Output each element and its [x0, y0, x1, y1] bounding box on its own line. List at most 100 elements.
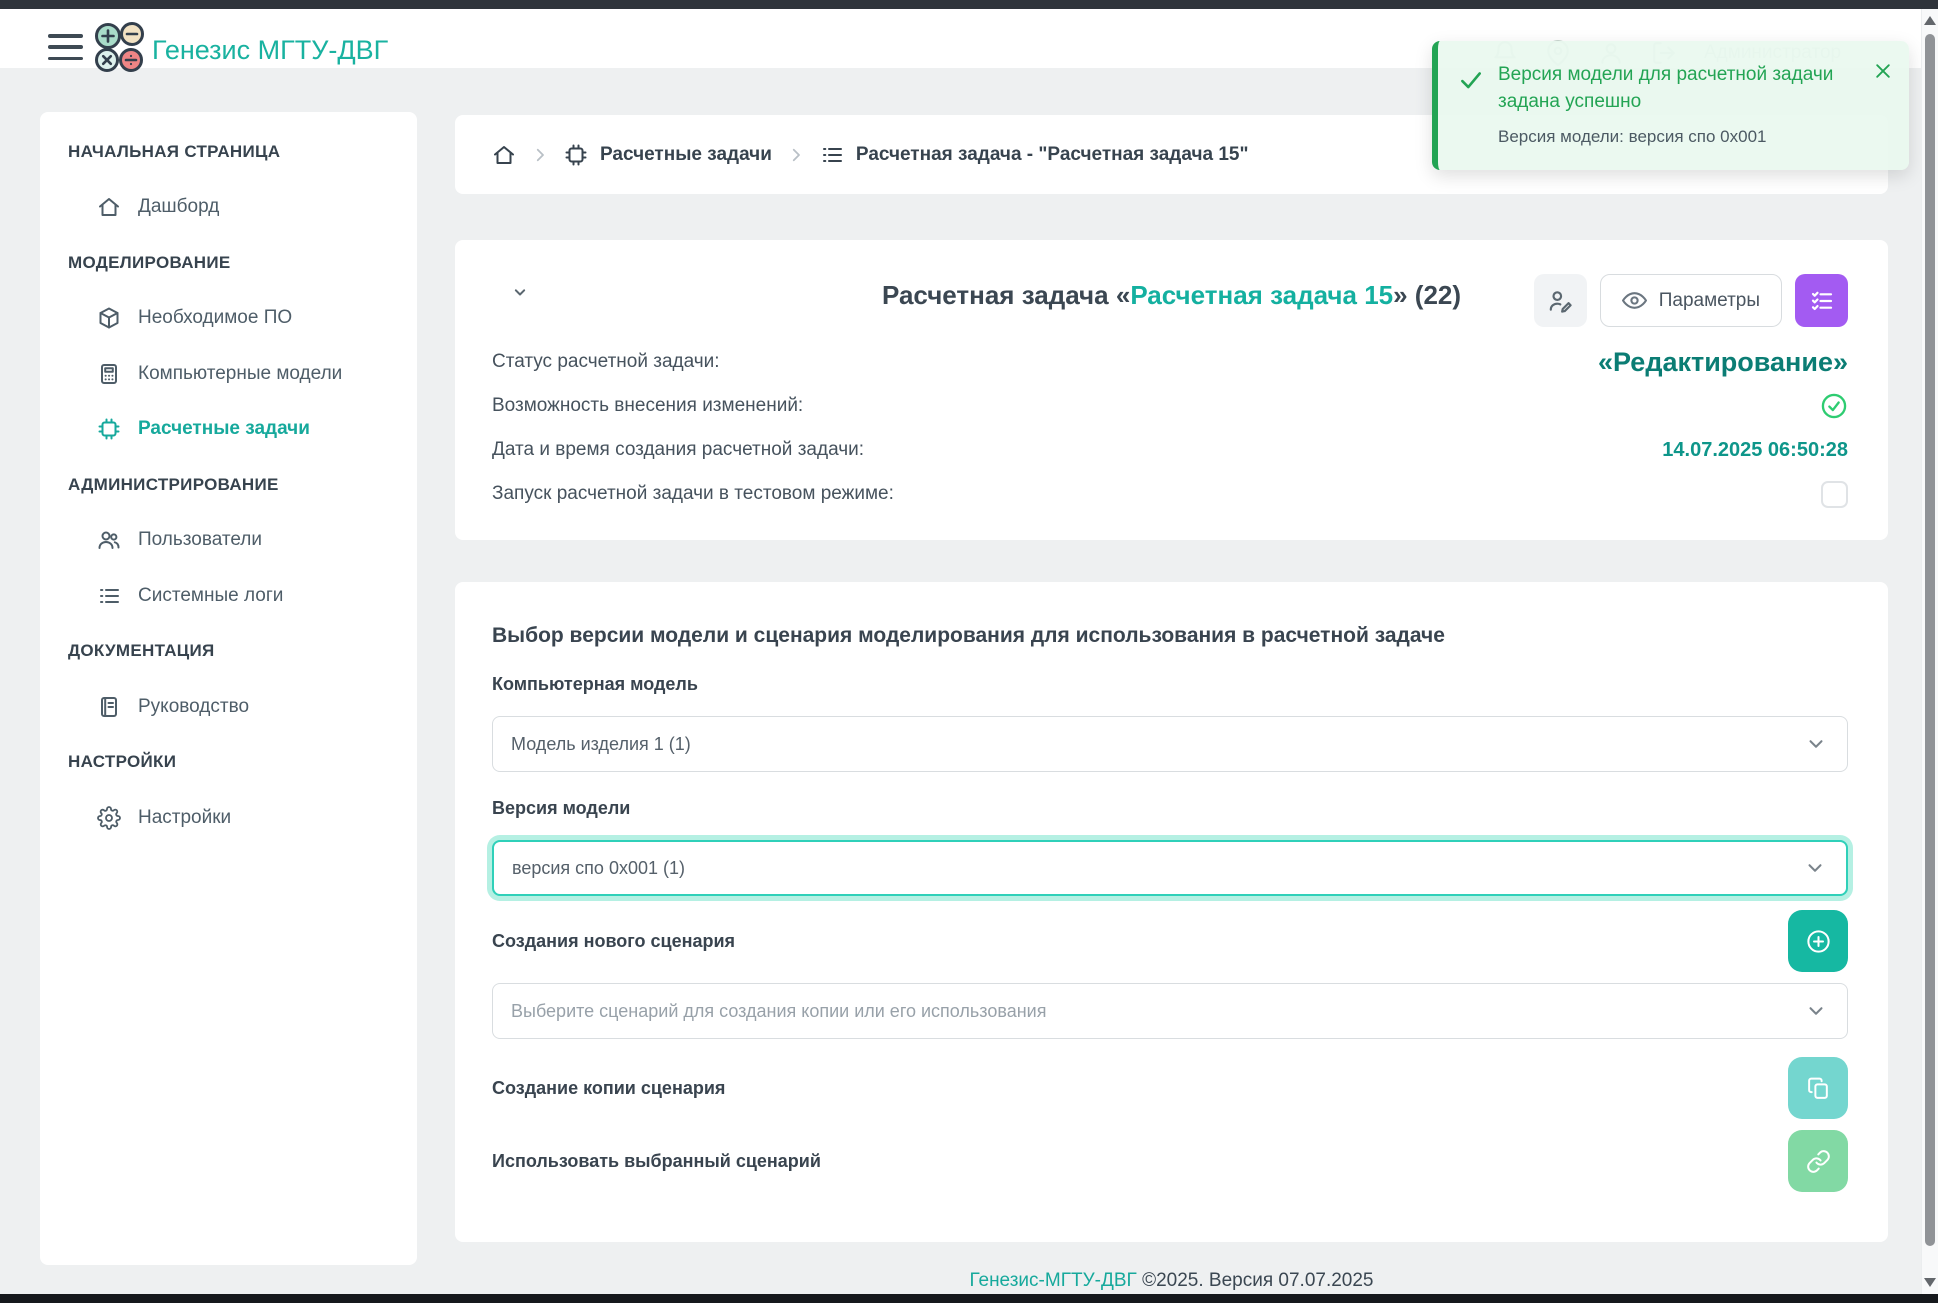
home-icon	[99, 198, 119, 217]
test-mode-label: Запуск расчетной задачи в тестовом режим…	[492, 483, 894, 504]
breadcrumb-current: Расчетная задача - "Расчетная задача 15"	[820, 143, 1249, 167]
breadcrumb-label: Расчетная задача - "Расчетная задача 15"	[855, 143, 1249, 165]
selection-heading: Выбор версии модели и сценария моделиров…	[492, 624, 1445, 647]
sidebar-item-dashboard[interactable]: Дашборд	[40, 180, 417, 236]
home-icon	[494, 145, 514, 164]
package-icon	[99, 307, 119, 329]
toast-detail: Версия модели: версия спо 0x001	[1498, 127, 1767, 146]
sidebar-item-manual[interactable]: Руководство	[40, 679, 417, 735]
scroll-down-arrow-icon[interactable]	[1924, 1278, 1936, 1287]
sidebar-item-label: Расчетные задачи	[138, 418, 310, 440]
version-select-label: Версия модели	[492, 798, 631, 818]
sidebar-item-computer-models[interactable]: Компьютерные модели	[40, 346, 417, 402]
checklist-icon	[1811, 291, 1832, 310]
use-scenario-label: Использовать выбранный сценарий	[492, 1150, 821, 1171]
sidebar-item-label: Дашборд	[138, 196, 220, 218]
cpu-icon	[98, 418, 120, 440]
chevron-down-icon	[1809, 740, 1823, 748]
toast-title: Версия модели для расчетной задачи задан…	[1498, 64, 1834, 112]
plus-circle-icon	[1806, 929, 1830, 953]
new-scenario-row: Создания нового сценария	[492, 910, 1848, 972]
cpu-icon	[565, 144, 587, 165]
parameters-button-label: Параметры	[1658, 289, 1760, 311]
task-title-link[interactable]: Расчетная задача 15	[1130, 280, 1393, 310]
user-edit-icon	[1549, 290, 1572, 313]
page-scrollbar[interactable]	[1921, 9, 1938, 1294]
assign-user-button[interactable]	[1533, 274, 1587, 327]
scroll-up-arrow-icon[interactable]	[1924, 16, 1936, 25]
editable-row: Возможность внесения изменений:	[455, 384, 1888, 428]
test-mode-row: Запуск расчетной задачи в тестовом режим…	[455, 472, 1888, 516]
breadcrumb-label: Расчетные задачи	[600, 143, 772, 165]
footer: Генезис-МГТУ-ДВГ ©2025. Версия 07.07.202…	[455, 1270, 1888, 1292]
editable-label: Возможность внесения изменений:	[492, 395, 804, 416]
circle-check-icon	[1821, 393, 1847, 419]
model-select[interactable]: Модель изделия 1 (1)	[492, 716, 1848, 772]
scenario-select[interactable]: Выберите сценарий для создания копии или…	[492, 983, 1848, 1039]
footer-brand-link[interactable]: Генезис-МГТУ-ДВГ	[969, 1270, 1136, 1291]
sidebar-item-label: Настройки	[138, 806, 232, 828]
status-label: Статус расчетной задачи:	[492, 351, 720, 372]
chevron-right-icon	[531, 146, 549, 164]
task-card-actions: Параметры	[1533, 274, 1848, 327]
copy-scenario-row: Создание копии сценария	[492, 1057, 1848, 1119]
copy-icon	[1807, 1077, 1828, 1099]
test-mode-checkbox[interactable]	[1821, 480, 1848, 508]
copy-scenario-button[interactable]	[1788, 1057, 1848, 1119]
new-scenario-label: Создания нового сценария	[492, 930, 736, 951]
status-badge: «Редактирование»	[1597, 346, 1848, 377]
model-select-label: Компьютерная модель	[492, 674, 698, 694]
sidebar-item-label: Пользователи	[138, 529, 263, 551]
created-value: 14.07.2025 06:50:28	[1662, 438, 1848, 461]
sidebar-item-software[interactable]: Необходимое ПО	[40, 291, 417, 347]
add-scenario-button[interactable]	[1788, 910, 1848, 972]
model-select-value: Модель изделия 1 (1)	[511, 733, 691, 754]
created-label: Дата и время создания расчетной задачи:	[492, 439, 865, 460]
copy-scenario-label: Создание копии сценария	[492, 1077, 726, 1098]
sidebar-item-calc-tasks[interactable]: Расчетные задачи	[40, 402, 417, 458]
list-icon	[100, 588, 119, 603]
sidebar-section-admin: АДМИНИСТРИРОВАНИЕ	[68, 474, 279, 494]
sidebar-section-start: НАЧАЛЬНАЯ СТРАНИЦА	[68, 141, 281, 161]
parameters-button[interactable]: Параметры	[1599, 274, 1782, 327]
checklist-button[interactable]	[1795, 274, 1848, 327]
success-toast: Версия модели для расчетной задачи задан…	[1432, 41, 1909, 170]
footer-version-text: ©2025. Версия 07.07.2025	[1142, 1270, 1374, 1291]
sidebar-section-docs: ДОКУМЕНТАЦИЯ	[68, 641, 215, 661]
window-bottom-edge	[0, 1294, 1938, 1303]
window-top-edge	[0, 0, 1938, 9]
selection-card: Выбор версии модели и сценария моделиров…	[455, 582, 1888, 1242]
menu-toggle-icon[interactable]	[48, 34, 83, 60]
chevron-down-icon	[1808, 864, 1822, 872]
sidebar-item-system-logs[interactable]: Системные логи	[40, 568, 417, 624]
sidebar-item-label: Системные логи	[138, 584, 284, 606]
link-icon	[1806, 1149, 1830, 1173]
eye-icon	[1621, 292, 1647, 309]
version-select-value: версия спо 0x001 (1)	[512, 857, 685, 878]
breadcrumb-home[interactable]	[492, 143, 516, 167]
sidebar-item-users[interactable]: Пользователи	[40, 513, 417, 569]
app-logo	[92, 22, 148, 72]
close-icon[interactable]	[1873, 61, 1893, 81]
calculator-icon	[101, 363, 117, 384]
gear-icon	[97, 805, 121, 830]
chevron-down-icon	[1809, 1007, 1823, 1015]
use-scenario-button[interactable]	[1788, 1130, 1848, 1192]
check-icon	[1458, 67, 1484, 93]
sidebar-item-settings[interactable]: Настройки	[40, 790, 417, 846]
task-card: Расчетная задача «Расчетная задача 15» (…	[455, 240, 1888, 540]
status-row: Статус расчетной задачи: «Редактирование…	[455, 340, 1888, 384]
list-icon	[822, 147, 842, 162]
scenario-select-placeholder: Выберите сценарий для создания копии или…	[511, 1000, 1047, 1021]
sidebar-item-label: Руководство	[138, 695, 250, 717]
users-icon	[98, 531, 120, 550]
sidebar-section-modeling: МОДЕЛИРОВАНИЕ	[68, 252, 231, 272]
task-card-header: Расчетная задача «Расчетная задача 15» (…	[455, 240, 1888, 340]
sidebar-section-settings: НАСТРОЙКИ	[68, 752, 177, 772]
created-row: Дата и время создания расчетной задачи: …	[455, 428, 1888, 472]
sidebar-item-label: Компьютерные модели	[138, 362, 343, 384]
version-select[interactable]: версия спо 0x001 (1)	[492, 840, 1848, 896]
scrollbar-thumb[interactable]	[1925, 34, 1935, 1246]
chevron-right-icon	[787, 146, 805, 164]
breadcrumb-calc-tasks[interactable]: Расчетные задачи	[564, 143, 772, 167]
